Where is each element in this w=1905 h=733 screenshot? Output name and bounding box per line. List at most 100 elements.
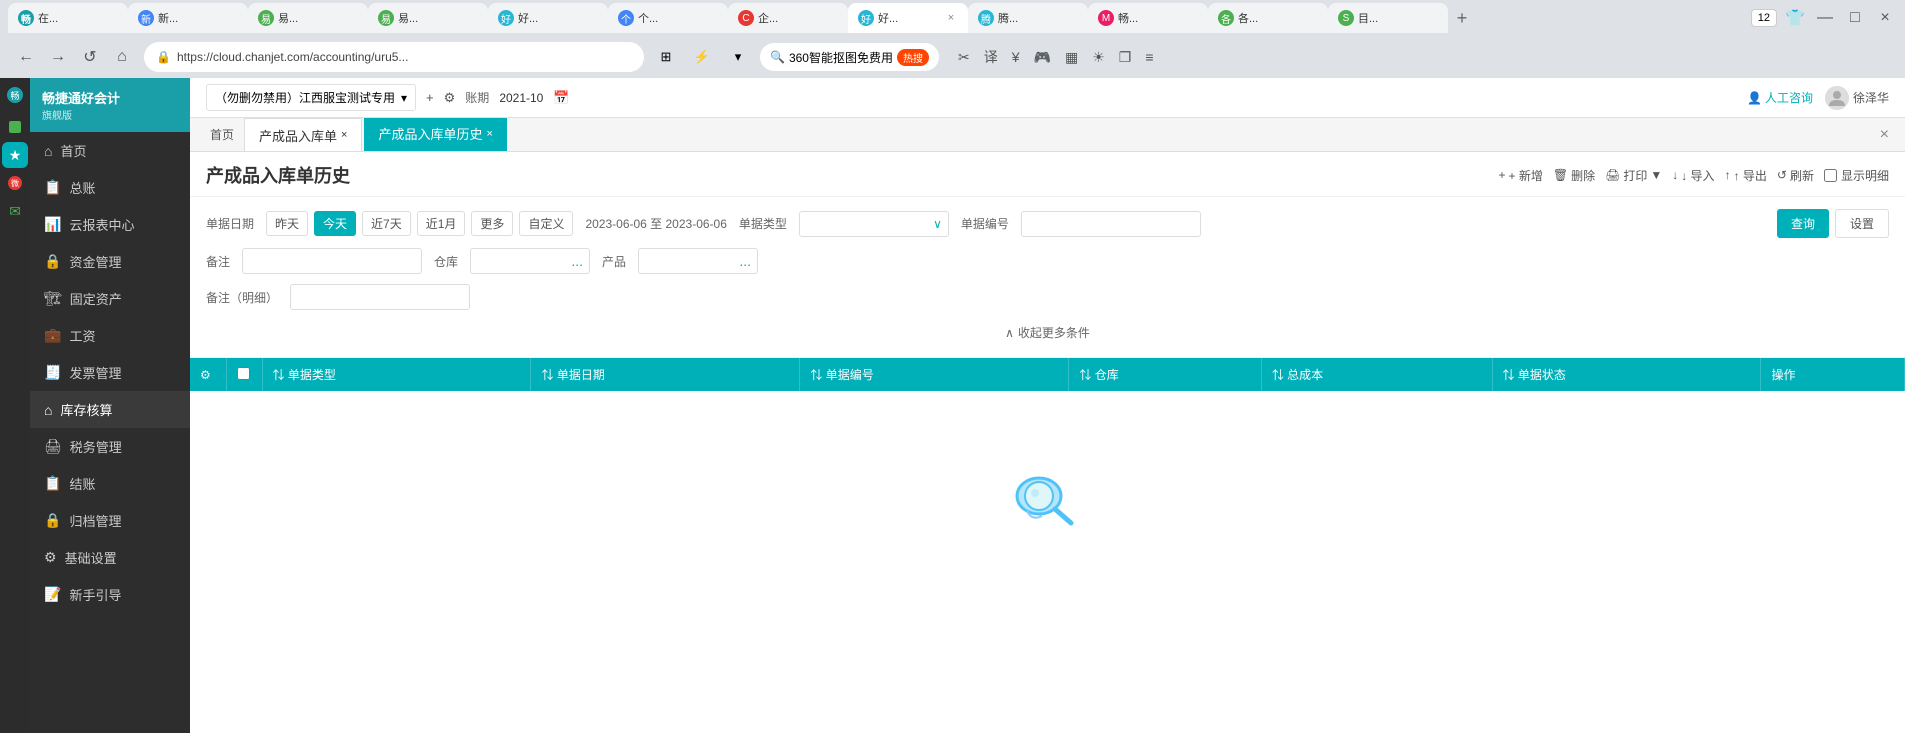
th-type[interactable]: ⇅ 单据类型 (262, 358, 531, 391)
home-button[interactable]: ⌂ (108, 43, 136, 71)
product-filter-select[interactable]: ... (638, 248, 758, 274)
sidebar-item-tax[interactable]: 🖨 税务管理 (30, 428, 190, 465)
reload-button[interactable]: ↺ (76, 43, 104, 71)
fund-icon: 🔒 (44, 253, 61, 270)
tab-2[interactable]: 新 新... (128, 3, 248, 33)
th-date[interactable]: ⇅ 单据日期 (531, 358, 800, 391)
panel-close-button[interactable]: × (1880, 126, 1889, 144)
tab-8[interactable]: 好 好... × (848, 3, 968, 33)
tab-8-close[interactable]: × (944, 11, 958, 25)
add-button[interactable]: + + 新增 (1498, 167, 1542, 184)
date-btn-1month[interactable]: 近1月 (417, 211, 466, 236)
breadcrumb-home[interactable]: 首页 (210, 126, 234, 143)
settings-company-button[interactable]: ⚙ (444, 90, 456, 106)
data-table: ⚙ ⇅ 单据类型 ⇅ 单据日期 (190, 358, 1905, 640)
warehouse-filter-select[interactable]: ... (470, 248, 590, 274)
tab-5[interactable]: 好 好... (488, 3, 608, 33)
browser-menu-icon[interactable]: ≡ (1142, 46, 1156, 68)
maximize-button[interactable]: □ (1843, 6, 1867, 30)
close-window-button[interactable]: × (1873, 6, 1897, 30)
note-filter-input[interactable] (242, 248, 422, 274)
show-detail-checkbox[interactable] (1824, 169, 1837, 182)
date-btn-7days[interactable]: 近7天 (362, 211, 411, 236)
sidebar-item-newentry[interactable]: 📝 新手引导 (30, 576, 190, 613)
th-total-cost[interactable]: ⇅ 总成本 (1261, 358, 1492, 391)
sidebar-item-ledger[interactable]: 📋 总账 (30, 169, 190, 206)
type-filter-select[interactable]: ∨ (799, 211, 949, 237)
th-status[interactable]: ⇅ 单据状态 (1492, 358, 1761, 391)
calendar-icon[interactable]: 📅 (553, 90, 569, 106)
sidebar-item-basic[interactable]: ⚙ 基础设置 (30, 539, 190, 576)
scissors-icon[interactable]: ✂ (955, 46, 973, 69)
tab-4[interactable]: 易 易... (368, 3, 488, 33)
filter-settings-button[interactable]: 设置 (1835, 209, 1889, 238)
tab-7[interactable]: C 企... (728, 3, 848, 33)
query-button[interactable]: 查询 (1777, 209, 1829, 238)
detail-note-filter-input[interactable] (290, 284, 470, 310)
export-button[interactable]: ↑ ↑ 导出 (1725, 167, 1767, 184)
tab-pill-history[interactable]: 产成品入库单历史 × (364, 118, 506, 151)
th-warehouse[interactable]: ⇅ 仓库 (1069, 358, 1261, 391)
currency-icon[interactable]: ¥ (1009, 46, 1023, 68)
user-area[interactable]: 徐泽华 (1825, 86, 1889, 110)
left-icon-360[interactable]: 畅 (2, 82, 28, 108)
th-number[interactable]: ⇅ 单据编号 (800, 358, 1069, 391)
left-icon-weibo[interactable]: 微 (2, 170, 28, 196)
number-filter-input[interactable] (1021, 211, 1201, 237)
tab-12[interactable]: S 目... (1328, 3, 1448, 33)
tab-6[interactable]: 个 个... (608, 3, 728, 33)
tab-pill-history-close[interactable]: × (486, 128, 492, 140)
sidebar-item-home[interactable]: ⌂ 首页 (30, 132, 190, 169)
tab-pill-list-close[interactable]: × (341, 129, 347, 141)
grid-apps-icon[interactable]: ▦ (1062, 46, 1081, 69)
translate-icon[interactable]: 译 (981, 44, 1001, 70)
search-bar-360[interactable]: 🔍 360智能抠图免费用 热搜 (760, 43, 939, 71)
tab-3[interactable]: 易 易... (248, 3, 368, 33)
sidebar-item-fixed[interactable]: 🏗 固定资产 (30, 280, 190, 317)
refresh-button[interactable]: ↺ 刷新 (1777, 167, 1814, 184)
date-btn-custom[interactable]: 自定义 (519, 211, 573, 236)
tab-pill-list[interactable]: 产成品入库单 × (244, 118, 362, 151)
sidebar-item-payroll[interactable]: 💼 工资 (30, 317, 190, 354)
sidebar-item-invoice[interactable]: 🧾 发票管理 (30, 354, 190, 391)
left-icon-shield[interactable] (2, 114, 28, 140)
th-checkbox[interactable] (226, 358, 262, 391)
tab-11[interactable]: 各 各... (1208, 3, 1328, 33)
left-icon-star[interactable]: ★ (2, 142, 28, 168)
add-company-button[interactable]: + (426, 90, 434, 105)
ai-consultant-link[interactable]: 👤 人工咨询 (1747, 89, 1813, 106)
game-icon[interactable]: 🎮 (1031, 46, 1054, 69)
sidebar-item-close-account[interactable]: 📋 结账 (30, 465, 190, 502)
url-bar[interactable]: 🔒 https://cloud.chanjet.com/accounting/u… (144, 42, 644, 72)
minimize-button[interactable]: — (1813, 6, 1837, 30)
left-icon-email[interactable]: ✉ (2, 198, 28, 224)
theme-icon[interactable]: ☀ (1089, 46, 1108, 69)
back-button[interactable]: ← (12, 43, 40, 71)
date-btn-today[interactable]: 今天 (314, 211, 356, 236)
browser-lightning-icon[interactable]: ⚡ (688, 43, 716, 71)
company-selector[interactable]: （勿删勿禁用）江西服宝测试专用 ▾ (206, 84, 416, 111)
sidebar-item-inventory[interactable]: ⌂ 库存核算 (30, 391, 190, 428)
delete-button[interactable]: 🗑 删除 (1553, 167, 1595, 184)
browser-grid-icon[interactable]: ⊞ (652, 43, 680, 71)
import-button[interactable]: ↓ ↓ 导入 (1672, 167, 1714, 184)
print-button[interactable]: 🖨 打印 ▼ (1605, 167, 1662, 184)
collapse-button[interactable]: ∧ 收起更多条件 (995, 320, 1100, 345)
tab-10[interactable]: M 畅... (1088, 3, 1208, 33)
forward-button[interactable]: → (44, 43, 72, 71)
browser-restore-icon[interactable]: ❐ (1116, 46, 1135, 69)
sidebar-item-archive[interactable]: 🔒 归档管理 (30, 502, 190, 539)
tab-1-title: 在... (38, 10, 118, 26)
new-tab-button[interactable]: + (1448, 4, 1476, 32)
tab-1[interactable]: 畅 在... (8, 3, 128, 33)
tab-9[interactable]: 腾 腾... (968, 3, 1088, 33)
date-btn-more[interactable]: 更多 (471, 211, 513, 236)
delete-icon: 🗑 (1553, 168, 1568, 182)
sidebar-item-fund[interactable]: 🔒 资金管理 (30, 243, 190, 280)
select-all-checkbox[interactable] (237, 367, 250, 380)
sidebar-item-report[interactable]: 📊 云报表中心 (30, 206, 190, 243)
shirt-icon[interactable]: 👕 (1783, 6, 1807, 30)
th-settings[interactable]: ⚙ (190, 358, 226, 391)
date-btn-yesterday[interactable]: 昨天 (266, 211, 308, 236)
dropdown-arrow[interactable]: ▾ (724, 43, 752, 71)
